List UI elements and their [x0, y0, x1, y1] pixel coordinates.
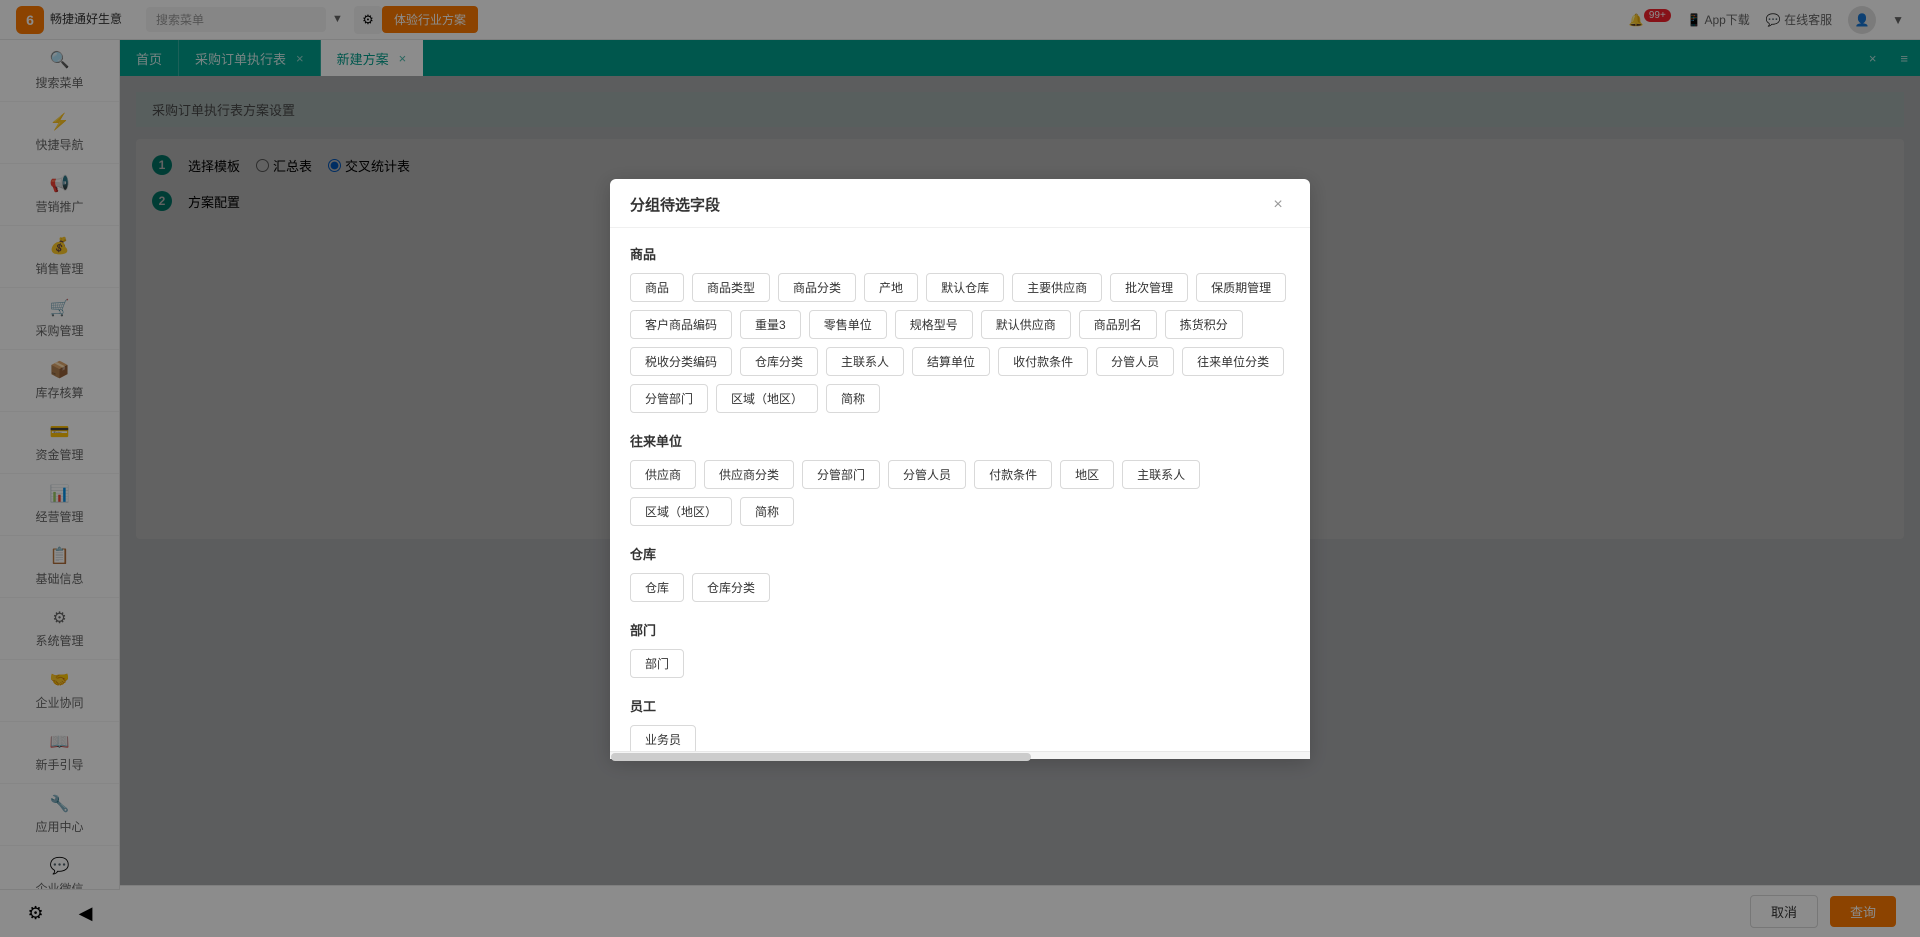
field-tag-goods-5[interactable]: 主要供应商: [1012, 273, 1102, 302]
modal-body[interactable]: 商品商品商品类型商品分类产地默认仓库主要供应商批次管理保质期管理客户商品编码重量…: [610, 228, 1310, 751]
field-tag-employee-0[interactable]: 业务员: [630, 725, 696, 751]
field-tag-partner-5[interactable]: 地区: [1060, 460, 1114, 489]
modal-horizontal-scrollbar[interactable]: [610, 751, 1310, 759]
field-tag-goods-23[interactable]: 区域（地区）: [716, 384, 818, 413]
field-tag-goods-22[interactable]: 分管部门: [630, 384, 708, 413]
field-tags-department: 部门: [630, 649, 1290, 678]
field-tag-goods-19[interactable]: 收付款条件: [998, 347, 1088, 376]
section-goods: 商品商品商品类型商品分类产地默认仓库主要供应商批次管理保质期管理客户商品编码重量…: [630, 244, 1290, 413]
field-tag-goods-0[interactable]: 商品: [630, 273, 684, 302]
section-warehouse: 仓库仓库仓库分类: [630, 544, 1290, 602]
section-title-department: 部门: [630, 620, 1290, 639]
field-tag-goods-8[interactable]: 客户商品编码: [630, 310, 732, 339]
scrollbar-thumb: [611, 753, 1031, 761]
field-tag-goods-4[interactable]: 默认仓库: [926, 273, 1004, 302]
field-tag-warehouse-1[interactable]: 仓库分类: [692, 573, 770, 602]
field-tag-goods-15[interactable]: 税收分类编码: [630, 347, 732, 376]
field-tag-goods-2[interactable]: 商品分类: [778, 273, 856, 302]
field-tag-partner-0[interactable]: 供应商: [630, 460, 696, 489]
modal-title: 分组待选字段: [630, 194, 720, 215]
section-title-partner: 往来单位: [630, 431, 1290, 450]
field-selection-modal: 分组待选字段 × 商品商品商品类型商品分类产地默认仓库主要供应商批次管理保质期管…: [610, 179, 1310, 759]
field-tag-goods-16[interactable]: 仓库分类: [740, 347, 818, 376]
modal-overlay: 分组待选字段 × 商品商品商品类型商品分类产地默认仓库主要供应商批次管理保质期管…: [0, 0, 1920, 937]
field-tag-goods-11[interactable]: 规格型号: [895, 310, 973, 339]
field-tag-partner-7[interactable]: 区域（地区）: [630, 497, 732, 526]
field-tag-goods-7[interactable]: 保质期管理: [1196, 273, 1286, 302]
field-tag-goods-9[interactable]: 重量3: [740, 310, 801, 339]
field-tag-goods-24[interactable]: 简称: [826, 384, 880, 413]
field-tag-partner-6[interactable]: 主联系人: [1122, 460, 1200, 489]
field-tag-partner-4[interactable]: 付款条件: [974, 460, 1052, 489]
section-department: 部门部门: [630, 620, 1290, 678]
section-title-goods: 商品: [630, 244, 1290, 263]
field-tag-goods-20[interactable]: 分管人员: [1096, 347, 1174, 376]
field-tag-goods-1[interactable]: 商品类型: [692, 273, 770, 302]
section-partner: 往来单位供应商供应商分类分管部门分管人员付款条件地区主联系人区域（地区） 简称: [630, 431, 1290, 526]
section-employee: 员工业务员: [630, 696, 1290, 751]
field-tags-goods: 商品商品类型商品分类产地默认仓库主要供应商批次管理保质期管理客户商品编码重量3 零…: [630, 273, 1290, 413]
field-tag-department-0[interactable]: 部门: [630, 649, 684, 678]
field-tags-employee: 业务员: [630, 725, 1290, 751]
field-tag-goods-12[interactable]: 默认供应商: [981, 310, 1071, 339]
field-tag-partner-8[interactable]: 简称: [740, 497, 794, 526]
field-tags-warehouse: 仓库仓库分类: [630, 573, 1290, 602]
section-title-employee: 员工: [630, 696, 1290, 715]
field-tag-goods-17[interactable]: 主联系人: [826, 347, 904, 376]
field-tag-partner-1[interactable]: 供应商分类: [704, 460, 794, 489]
field-tag-goods-6[interactable]: 批次管理: [1110, 273, 1188, 302]
modal-header: 分组待选字段 ×: [610, 179, 1310, 228]
field-tag-goods-10[interactable]: 零售单位: [809, 310, 887, 339]
field-tag-goods-18[interactable]: 结算单位: [912, 347, 990, 376]
field-tag-goods-21[interactable]: 往来单位分类: [1182, 347, 1284, 376]
field-tag-goods-14[interactable]: 拣货积分: [1165, 310, 1243, 339]
field-tag-partner-2[interactable]: 分管部门: [802, 460, 880, 489]
modal-close-button[interactable]: ×: [1266, 193, 1290, 217]
field-tag-goods-13[interactable]: 商品别名: [1079, 310, 1157, 339]
field-tag-goods-3[interactable]: 产地: [864, 273, 918, 302]
field-tag-partner-3[interactable]: 分管人员: [888, 460, 966, 489]
section-title-warehouse: 仓库: [630, 544, 1290, 563]
field-tags-partner: 供应商供应商分类分管部门分管人员付款条件地区主联系人区域（地区） 简称: [630, 460, 1290, 526]
field-tag-warehouse-0[interactable]: 仓库: [630, 573, 684, 602]
